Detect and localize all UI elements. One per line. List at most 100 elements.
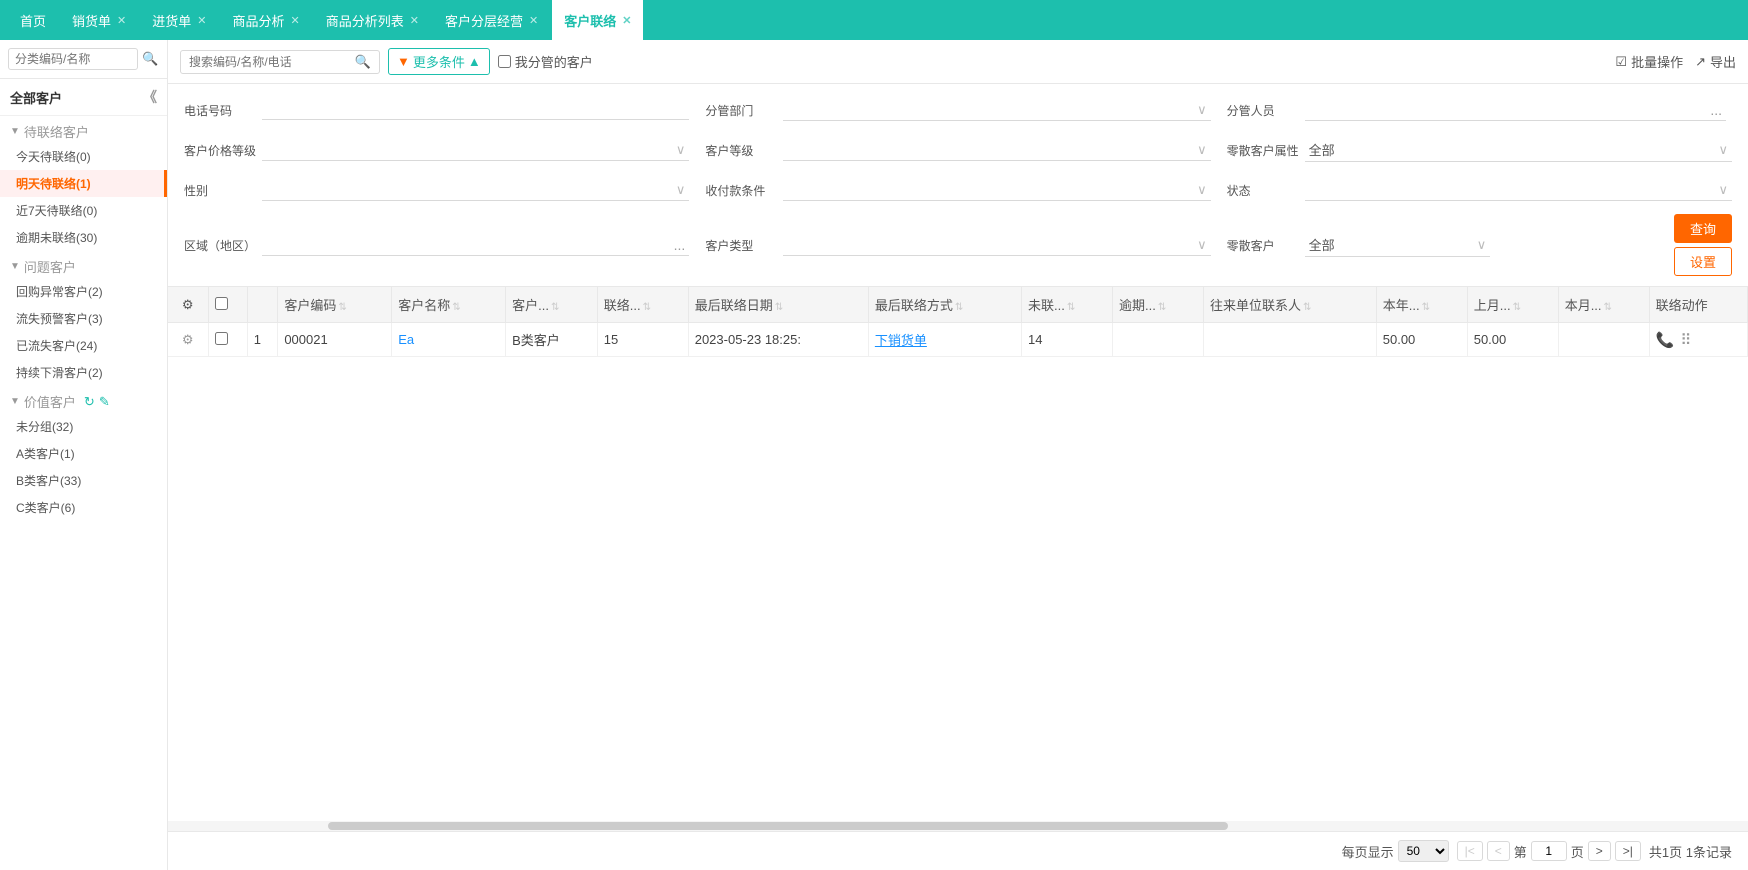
table-header-row: ⚙ 客户编码⇅ 客户名称⇅ 客户...⇅ 联络...⇅ 最后联络日期⇅ 最后联络… [168,287,1748,323]
sidebar-item-class-a[interactable]: A类客户(1) [0,440,167,467]
my-customers-checkbox-area[interactable]: 我分管的客户 [498,52,593,71]
export-btn[interactable]: ↗ 导出 [1695,52,1736,71]
th-this-year[interactable]: 本年...⇅ [1376,287,1467,323]
th-contacts[interactable]: 联络...⇅ [597,287,688,323]
sidebar-item-class-b[interactable]: B类客户(33) [0,467,167,494]
th-unit-contacts[interactable]: 往来单位联系人⇅ [1203,287,1376,323]
nav-home[interactable]: 首页 [8,0,58,40]
row-num: 1 [247,323,278,357]
sidebar-item-overdue-contact[interactable]: 逾期未联络(30) [0,224,167,251]
sidebar-item-7days-pending[interactable]: 近7天待联络(0) [0,197,167,224]
sidebar-search-icon[interactable]: 🔍 [142,51,158,67]
close-sales-order-icon[interactable]: ✕ [117,14,126,27]
sidebar-all-customers[interactable]: 全部客户 《 [0,79,167,116]
grid-action-icon[interactable]: ⠿ [1680,331,1691,349]
search-icon[interactable]: 🔍 [355,54,371,70]
th-customer-type[interactable]: 客户...⇅ [506,287,598,323]
close-purchase-order-icon[interactable]: ✕ [197,14,206,27]
section-problem-customers[interactable]: ▼ 问题客户 [0,251,167,278]
filter-retail-attr-select[interactable]: 全部 ∨ [1305,138,1732,162]
row-checkbox[interactable] [208,323,247,357]
sidebar-item-repurchase-abnormal[interactable]: 回购异常客户(2) [0,278,167,305]
filter-retail-customer: 零散客户 全部 ∨ 查询 设置 [1227,214,1732,276]
th-gear[interactable]: ⚙ [168,287,208,323]
sidebar-item-today-pending[interactable]: 今天待联络(0) [0,143,167,170]
settings-button[interactable]: 设置 [1674,247,1732,276]
th-last-month[interactable]: 上月...⇅ [1467,287,1558,323]
th-last-contact-method[interactable]: 最后联络方式⇅ [868,287,1021,323]
edit-value-icon[interactable]: ✎ [99,394,110,410]
next-page-btn[interactable]: > [1588,841,1611,861]
export-icon: ↗ [1695,54,1706,70]
filter-dept-select[interactable]: ∨ [783,100,1210,121]
sidebar-item-declining[interactable]: 持续下滑客户(2) [0,359,167,386]
close-customer-contact-icon[interactable]: ✕ [622,14,631,27]
close-customer-segmentation-icon[interactable]: ✕ [529,14,538,27]
select-all-checkbox[interactable] [215,297,228,310]
search-input-wrap: 🔍 [180,50,380,74]
section-value-customers[interactable]: ▼ 价值客户 ↻ ✎ [0,386,167,413]
filter-region-input: ... [262,235,689,256]
sidebar-item-churned[interactable]: 已流失客户(24) [0,332,167,359]
search-input[interactable] [189,55,355,69]
close-product-analysis-icon[interactable]: ✕ [291,14,300,27]
page-number-input[interactable] [1531,841,1567,861]
filter-region-ellipsis[interactable]: ... [674,237,686,253]
th-checkbox[interactable] [208,287,247,323]
last-page-btn[interactable]: >| [1615,841,1641,861]
filter-status: 状态 ∨ [1227,174,1732,206]
query-button[interactable]: 查询 [1674,214,1732,243]
section-pending-contact[interactable]: ▼ 待联络客户 [0,116,167,143]
filter-retail-attr-label: 零散客户属性 [1227,142,1299,159]
nav-product-analysis-list[interactable]: 商品分析列表 ✕ [314,0,431,40]
th-this-month[interactable]: 本月...⇅ [1558,287,1649,323]
horizontal-scrollbar[interactable] [168,821,1748,831]
filter-status-select[interactable]: ∨ [1305,180,1732,201]
nav-product-analysis[interactable]: 商品分析 ✕ [220,0,311,40]
sidebar-item-ungrouped[interactable]: 未分组(32) [0,413,167,440]
section-arrow-icon-2: ▼ [10,261,20,272]
close-product-analysis-list-icon[interactable]: ✕ [410,14,419,27]
nav-customer-contact[interactable]: 客户联络 ✕ [552,0,643,40]
filter-gender-select[interactable]: ∨ [262,180,689,201]
scrollbar-thumb[interactable] [328,822,1228,830]
filter-manager: 分管人员 ... [1227,94,1732,126]
filter-phone: 电话号码 [184,94,689,126]
th-overdue[interactable]: 逾期...⇅ [1112,287,1203,323]
sidebar-item-tomorrow-pending[interactable]: 明天待联络(1) [0,170,167,197]
page-size-select: 每页显示 50 100 200 [1342,840,1449,862]
filter-manager-ellipsis[interactable]: ... [1710,102,1722,118]
filter-customer-type-select[interactable]: ∨ [783,235,1210,256]
row-gear[interactable]: ⚙ [168,323,208,357]
my-customers-checkbox[interactable] [498,55,511,68]
more-conditions-btn[interactable]: ▼ 更多条件 ▲ [388,48,490,75]
filter-customer-level-select[interactable]: ∨ [783,140,1210,161]
sidebar-collapse-icon[interactable]: 《 [143,87,157,107]
sort-icon-7: ⇅ [1067,302,1075,313]
sidebar-search-input[interactable] [8,48,138,70]
sidebar-item-class-c[interactable]: C类客户(6) [0,494,167,521]
sidebar-item-churn-warning[interactable]: 流失预警客户(3) [0,305,167,332]
prev-page-btn[interactable]: < [1487,841,1510,861]
phone-action-icon[interactable]: 📞 [1656,331,1675,349]
filter-customer-level-label: 客户等级 [705,142,777,159]
nav-sales-order[interactable]: 销货单 ✕ [60,0,138,40]
refresh-value-icon[interactable]: ↻ [84,394,95,410]
filter-phone-input[interactable] [262,101,689,120]
th-name[interactable]: 客户名称⇅ [392,287,506,323]
row-last-contact-method[interactable]: 下销货单 [868,323,1021,357]
th-last-contact-date[interactable]: 最后联络日期⇅ [688,287,868,323]
filter-payment-select[interactable]: ∨ [783,180,1210,201]
th-not-contacted[interactable]: 未联...⇅ [1022,287,1113,323]
nav-purchase-order[interactable]: 进货单 ✕ [140,0,218,40]
row-actions: 📞 ⠿ [1649,323,1747,357]
batch-op-btn[interactable]: ☑ 批量操作 [1615,52,1683,71]
filter-retail-customer-select[interactable]: 全部 ∨ [1305,233,1491,257]
page-size-dropdown[interactable]: 50 100 200 [1398,840,1449,862]
sort-icon-12: ⇅ [1604,302,1612,313]
all-customers-label: 全部客户 [10,88,62,107]
nav-customer-segmentation[interactable]: 客户分层经营 ✕ [433,0,550,40]
filter-price-level-select[interactable]: ∨ [262,140,689,161]
th-code[interactable]: 客户编码⇅ [278,287,392,323]
first-page-btn[interactable]: |< [1457,841,1483,861]
